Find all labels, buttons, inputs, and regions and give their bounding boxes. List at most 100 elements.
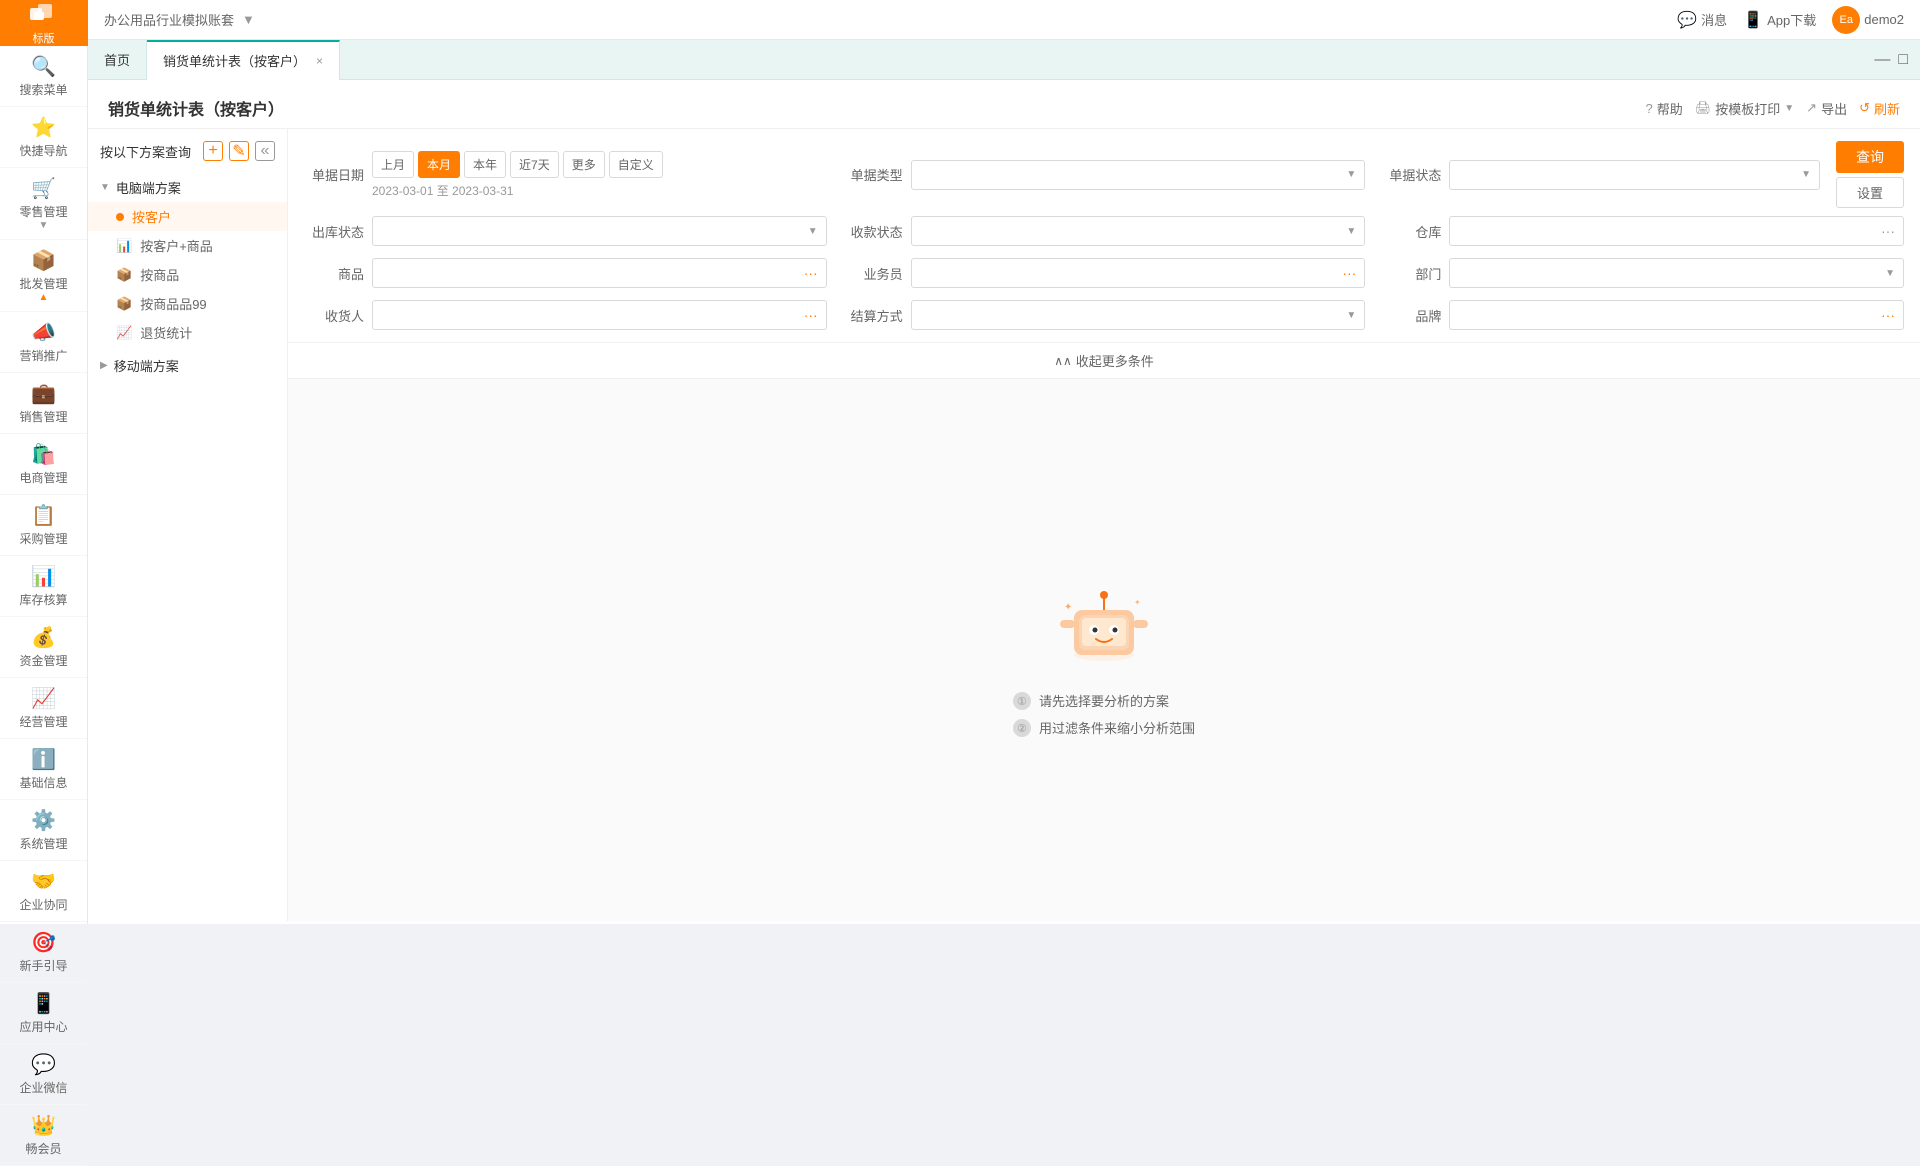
department-select[interactable]: ▼	[1449, 258, 1904, 288]
breadcrumb-dropdown-icon[interactable]: ▼	[242, 12, 255, 27]
date-btn-last-month[interactable]: 上月	[372, 151, 414, 178]
sidebar-item-quick-nav[interactable]: ⭐ 快捷导航	[0, 107, 87, 168]
filter-section: 单据日期 上月 本月 本年 近7天 更多 自定义	[288, 129, 1920, 379]
new-guide-icon: 🎯	[31, 930, 56, 955]
page-header-actions: ? 帮助 🖨 按模板打印 ▼ ↗ 导出 ↺ 刷新	[1645, 99, 1900, 118]
scheme-panel-header: 按以下方案查询 + ✎ «	[88, 137, 287, 169]
app-center-icon: 📱	[31, 991, 56, 1016]
help-button[interactable]: ? 帮助	[1645, 99, 1682, 118]
scheme-item-product[interactable]: 📦 按商品	[88, 260, 287, 289]
scheme-group-mobile-header[interactable]: ▶ 移动端方案	[88, 351, 287, 380]
sidebar-item-wholesale-mgmt[interactable]: 📦 批发管理 ▲	[0, 240, 87, 312]
user-menu[interactable]: Ea demo2	[1832, 6, 1904, 34]
refresh-button[interactable]: ↺ 刷新	[1859, 99, 1900, 118]
sidebar-item-label: 营销推广	[19, 347, 67, 364]
sidebar-item-search-menu[interactable]: 🔍 搜索菜单	[0, 46, 87, 107]
settlement-label: 结算方式	[843, 306, 903, 325]
sidebar-item-label: 销售管理	[19, 408, 67, 425]
export-button[interactable]: ↗ 导出	[1806, 99, 1847, 118]
out-status-label: 出库状态	[304, 222, 364, 241]
app-container: 标版 🔍 搜索菜单 ⭐ 快捷导航 🛒 零售管理 ▼ 📦 批发管理 ▲	[0, 0, 1920, 924]
sidebar-item-label: 批发管理	[19, 275, 67, 292]
scheme-item-customer[interactable]: 按客户	[88, 202, 287, 231]
scheme-panel-actions: + ✎ «	[203, 141, 275, 161]
scheme-group-desktop-header[interactable]: ▼ 电脑端方案	[88, 173, 287, 202]
date-btn-7days[interactable]: 近7天	[510, 151, 559, 178]
sidebar-item-finance-mgmt[interactable]: 💰 资金管理	[0, 617, 87, 678]
sidebar-item-operations-mgmt[interactable]: 📈 经营管理	[0, 678, 87, 739]
collapse-up-icon: ∧∧	[1054, 354, 1072, 368]
purchase-mgmt-icon: 📋	[31, 503, 56, 528]
filter-row-4: 收货人 ··· 结算方式 ▼	[288, 300, 1920, 342]
home-tab-label: 首页	[104, 50, 130, 69]
sidebar-item-sales-mgmt[interactable]: 💼 销售管理	[0, 373, 87, 434]
print-button[interactable]: 🖨 按模板打印 ▼	[1695, 99, 1794, 118]
settings-button[interactable]: 设置	[1836, 177, 1904, 208]
empty-step-1: ① 请先选择要分析的方案	[1013, 691, 1195, 710]
scheme-panel: 按以下方案查询 + ✎ « ▼ 电脑端方案	[88, 129, 288, 921]
sidebar-item-ecommerce-mgmt[interactable]: 🛍️ 电商管理	[0, 434, 87, 495]
receipt-status-select[interactable]: ▼	[911, 216, 1366, 246]
sidebar-item-label: 搜索菜单	[19, 81, 67, 98]
refresh-icon: ↺	[1859, 100, 1870, 116]
filter-cell-doc-type: 单据类型 ▼	[843, 141, 1366, 208]
sidebar-item-new-guide[interactable]: 🎯 新手引导	[0, 922, 87, 983]
scheme-item-customer-product[interactable]: 📊 按客户+商品	[88, 231, 287, 260]
filter-cell-consignee: 收货人 ···	[304, 300, 827, 330]
product-select[interactable]: ···	[372, 258, 827, 288]
top-header: 办公用品行业模拟账套 ▼ 💬 消息 📱 App下载 Ea demo2	[88, 0, 1920, 40]
tab-home[interactable]: 首页	[88, 40, 147, 80]
collapse-more-button[interactable]: ∧∧ 收起更多条件	[288, 342, 1920, 378]
doc-type-select[interactable]: ▼	[911, 160, 1366, 190]
tab-close-button[interactable]: ×	[316, 54, 323, 68]
scheme-edit-button[interactable]: ✎	[229, 141, 249, 161]
sidebar-item-system-mgmt[interactable]: ⚙️ 系统管理	[0, 800, 87, 861]
basic-info-icon: ℹ️	[31, 747, 56, 772]
dots-icon: ···	[804, 307, 818, 323]
sidebar-item-label: 基础信息	[19, 774, 67, 791]
tab-maximize-button[interactable]: □	[1898, 51, 1908, 69]
customer-indicator	[116, 213, 124, 221]
message-button[interactable]: 💬 消息	[1677, 10, 1727, 30]
tab-active[interactable]: 销货单统计表（按客户） ×	[147, 40, 340, 80]
warehouse-select[interactable]: ···	[1449, 216, 1904, 246]
filter-row-3: 商品 ··· 业务员 ···	[288, 258, 1920, 300]
header-right: 💬 消息 📱 App下载 Ea demo2	[1677, 6, 1904, 34]
sidebar-item-app-center[interactable]: 📱 应用中心	[0, 983, 87, 1044]
sidebar-item-purchase-mgmt[interactable]: 📋 采购管理	[0, 495, 87, 556]
inventory-icon: 📊	[31, 564, 56, 589]
scheme-add-button[interactable]: +	[203, 141, 223, 161]
out-status-select[interactable]: ▼	[372, 216, 827, 246]
scheme-collapse-button[interactable]: «	[255, 141, 275, 161]
operations-mgmt-icon: 📈	[31, 686, 56, 711]
system-mgmt-icon: ⚙️	[31, 808, 56, 833]
doc-status-select[interactable]: ▼	[1449, 160, 1820, 190]
query-button[interactable]: 查询	[1836, 141, 1904, 173]
date-btn-this-year[interactable]: 本年	[464, 151, 506, 178]
date-btn-custom[interactable]: 自定义	[609, 151, 663, 178]
filter-cell-warehouse: 仓库 ···	[1381, 216, 1904, 246]
sidebar-item-basic-info[interactable]: ℹ️ 基础信息	[0, 739, 87, 800]
tab-minimize-button[interactable]: —	[1874, 51, 1890, 69]
brand-select[interactable]: ···	[1449, 300, 1904, 330]
settlement-select[interactable]: ▼	[911, 300, 1366, 330]
date-buttons: 上月 本月 本年 近7天 更多 自定义	[372, 151, 827, 178]
sidebar-item-inventory[interactable]: 📊 库存核算	[0, 556, 87, 617]
svg-text:✦: ✦	[1064, 602, 1072, 613]
salesperson-select[interactable]: ···	[911, 258, 1366, 288]
sidebar-item-member[interactable]: 👑 畅会员	[0, 1105, 87, 1166]
sidebar-item-marketing[interactable]: 📣 营销推广	[0, 312, 87, 373]
sidebar-item-retail-mgmt[interactable]: 🛒 零售管理 ▼	[0, 168, 87, 240]
sidebar-item-enterprise-collab[interactable]: 🤝 企业协同	[0, 861, 87, 922]
scheme-item-label: 按商品	[140, 265, 179, 284]
date-btn-more[interactable]: 更多	[563, 151, 605, 178]
scheme-item-product99[interactable]: 📦 按商品品99	[88, 289, 287, 318]
app-download-button[interactable]: 📱 App下载	[1743, 10, 1816, 30]
scheme-item-label: 按商品品99	[140, 294, 206, 313]
scheme-item-return-stat[interactable]: 📈 退货统计	[88, 318, 287, 347]
consignee-select[interactable]: ···	[372, 300, 827, 330]
sidebar-item-enterprise-wechat[interactable]: 💬 企业微信	[0, 1044, 87, 1105]
date-btn-this-month[interactable]: 本月	[418, 151, 460, 178]
refresh-label: 刷新	[1874, 99, 1900, 118]
filter-cell-date: 单据日期 上月 本月 本年 近7天 更多 自定义	[304, 141, 827, 208]
